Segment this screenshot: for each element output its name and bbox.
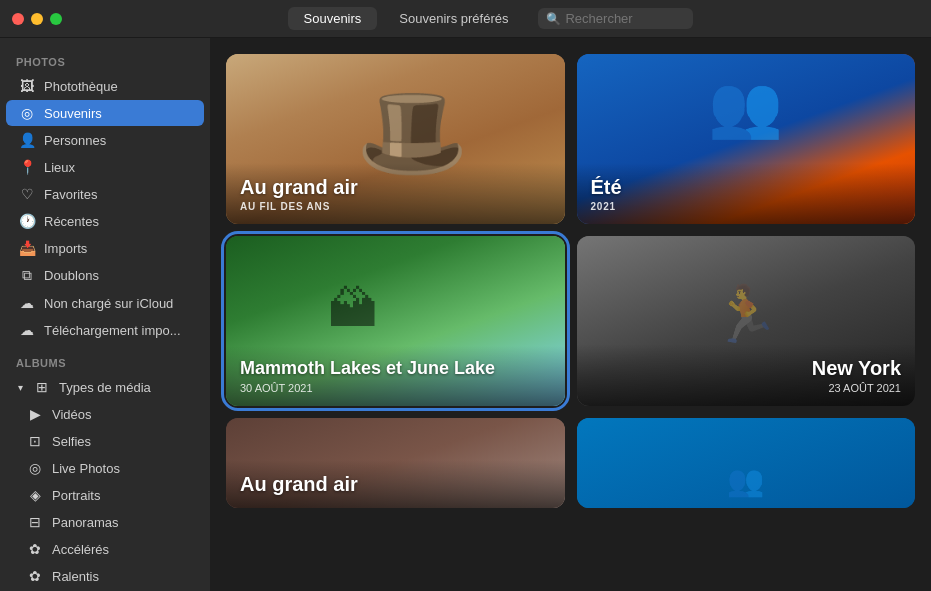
live-photo-icon: ◎ bbox=[26, 460, 44, 476]
timelapse-icon: ✿ bbox=[26, 541, 44, 557]
close-button[interactable] bbox=[12, 13, 24, 25]
heart-icon: ♡ bbox=[18, 186, 36, 202]
selfie-icon: ⊡ bbox=[26, 433, 44, 449]
card-title-1: Au grand air bbox=[240, 175, 551, 199]
sidebar-label-souvenirs: Souvenirs bbox=[44, 106, 102, 121]
memory-card-newyork[interactable]: 🏃 New York 23 AOÛT 2021 bbox=[577, 236, 916, 406]
sidebar-label-acceleres: Accélérés bbox=[52, 542, 109, 557]
card-date-4: 23 AOÛT 2021 bbox=[591, 382, 902, 394]
sidebar-item-phototheque[interactable]: 🖼 Photothèque bbox=[6, 73, 204, 99]
sidebar-item-non-charge[interactable]: ☁ Non chargé sur iCloud bbox=[6, 290, 204, 316]
memory-card-grand-air-2[interactable]: Au grand air bbox=[226, 418, 565, 508]
search-icon: 🔍 bbox=[546, 12, 561, 26]
clock-icon: 🕐 bbox=[18, 213, 36, 229]
sidebar-label-ralentis: Ralentis bbox=[52, 569, 99, 584]
photo-icon: 🖼 bbox=[18, 78, 36, 94]
maximize-button[interactable] bbox=[50, 13, 62, 25]
sidebar-label-lieux: Lieux bbox=[44, 160, 75, 175]
sidebar-item-videos[interactable]: ▶ Vidéos bbox=[6, 401, 204, 427]
sidebar-item-imports[interactable]: 📥 Imports bbox=[6, 235, 204, 261]
titlebar-center: Souvenirs Souvenirs préférés 🔍 bbox=[62, 7, 919, 30]
panorama-icon: ⊟ bbox=[26, 514, 44, 530]
card-title-3: Mammoth Lakes et June Lake bbox=[240, 358, 551, 380]
duplicate-icon: ⧉ bbox=[18, 267, 36, 284]
memory-card-ete[interactable]: 👥 Été 2021 bbox=[577, 54, 916, 224]
sidebar-label-types-media: Types de média bbox=[59, 380, 151, 395]
sidebar-item-favorites[interactable]: ♡ Favorites bbox=[6, 181, 204, 207]
card-date-3: 30 AOÛT 2021 bbox=[240, 382, 551, 394]
media-type-icon: ⊞ bbox=[33, 379, 51, 395]
card-title-5: Au grand air bbox=[240, 472, 551, 496]
cloud-down-icon: ☁ bbox=[18, 322, 36, 338]
app-body: Photos 🖼 Photothèque ◎ Souvenirs 👤 Perso… bbox=[0, 38, 931, 591]
location-icon: 📍 bbox=[18, 159, 36, 175]
sidebar-label-panoramas: Panoramas bbox=[52, 515, 118, 530]
sidebar-item-personnes[interactable]: 👤 Personnes bbox=[6, 127, 204, 153]
sidebar-label-phototheque: Photothèque bbox=[44, 79, 118, 94]
sidebar-section-albums: Albums bbox=[0, 351, 210, 373]
import-icon: 📥 bbox=[18, 240, 36, 256]
titlebar: Souvenirs Souvenirs préférés 🔍 bbox=[0, 0, 931, 38]
tab-souvenirs-preferes[interactable]: Souvenirs préférés bbox=[383, 7, 524, 30]
traffic-lights bbox=[12, 13, 62, 25]
memory-card-grand-air[interactable]: 🎩 Au grand air AU FIL DES ANS bbox=[226, 54, 565, 224]
card-overlay-1: Au grand air AU FIL DES ANS bbox=[226, 163, 565, 224]
card-overlay-2: Été 2021 bbox=[577, 163, 916, 224]
card-subtitle-2: 2021 bbox=[591, 201, 902, 212]
minimize-button[interactable] bbox=[31, 13, 43, 25]
cloud-up-icon: ☁ bbox=[18, 295, 36, 311]
sidebar-section-photos: Photos bbox=[0, 50, 210, 72]
main-content: 🎩 Au grand air AU FIL DES ANS 👥 Été 2021… bbox=[210, 38, 931, 591]
sidebar-label-videos: Vidéos bbox=[52, 407, 92, 422]
portrait-icon: ◈ bbox=[26, 487, 44, 503]
sidebar-item-live-photos[interactable]: ◎ Live Photos bbox=[6, 455, 204, 481]
sidebar-label-portraits: Portraits bbox=[52, 488, 100, 503]
sidebar-item-acceleres[interactable]: ✿ Accélérés bbox=[6, 536, 204, 562]
memory-grid: 🎩 Au grand air AU FIL DES ANS 👥 Été 2021… bbox=[226, 54, 915, 508]
card-subtitle-1: AU FIL DES ANS bbox=[240, 201, 551, 212]
card-title-4: New York bbox=[591, 356, 902, 380]
memory-card-blue[interactable]: 👥 bbox=[577, 418, 916, 508]
sidebar-label-favorites: Favorites bbox=[44, 187, 97, 202]
card-overlay-4: New York 23 AOÛT 2021 bbox=[577, 344, 916, 406]
card-overlay-5: Au grand air bbox=[226, 460, 565, 508]
sidebar-item-ralentis[interactable]: ✿ Ralentis bbox=[6, 563, 204, 589]
souvenirs-icon: ◎ bbox=[18, 105, 36, 121]
chevron-down-icon: ▾ bbox=[18, 382, 23, 393]
sidebar-label-personnes: Personnes bbox=[44, 133, 106, 148]
slowmo-icon: ✿ bbox=[26, 568, 44, 584]
sidebar: Photos 🖼 Photothèque ◎ Souvenirs 👤 Perso… bbox=[0, 38, 210, 591]
sidebar-item-selfies[interactable]: ⊡ Selfies bbox=[6, 428, 204, 454]
sidebar-item-types-media[interactable]: ▾ ⊞ Types de média bbox=[6, 374, 204, 400]
search-input[interactable] bbox=[565, 11, 685, 26]
video-icon: ▶ bbox=[26, 406, 44, 422]
sidebar-item-souvenirs[interactable]: ◎ Souvenirs bbox=[6, 100, 204, 126]
sidebar-item-portraits[interactable]: ◈ Portraits bbox=[6, 482, 204, 508]
sidebar-item-recentes[interactable]: 🕐 Récentes bbox=[6, 208, 204, 234]
sidebar-label-selfies: Selfies bbox=[52, 434, 91, 449]
sidebar-label-live-photos: Live Photos bbox=[52, 461, 120, 476]
search-box: 🔍 bbox=[538, 8, 693, 29]
tab-souvenirs[interactable]: Souvenirs bbox=[288, 7, 378, 30]
memory-card-mammoth[interactable]: 🏔 Mammoth Lakes et June Lake 30 AOÛT 202… bbox=[226, 236, 565, 406]
sidebar-item-panoramas[interactable]: ⊟ Panoramas bbox=[6, 509, 204, 535]
sidebar-item-lieux[interactable]: 📍 Lieux bbox=[6, 154, 204, 180]
sidebar-label-recentes: Récentes bbox=[44, 214, 99, 229]
person-icon: 👤 bbox=[18, 132, 36, 148]
sidebar-item-doublons[interactable]: ⧉ Doublons bbox=[6, 262, 204, 289]
sidebar-item-telechargement[interactable]: ☁ Téléchargement impo... bbox=[6, 317, 204, 343]
card-overlay-3: Mammoth Lakes et June Lake 30 AOÛT 2021 bbox=[226, 346, 565, 406]
sidebar-label-non-charge: Non chargé sur iCloud bbox=[44, 296, 173, 311]
sidebar-label-doublons: Doublons bbox=[44, 268, 99, 283]
sidebar-label-telechargement: Téléchargement impo... bbox=[44, 323, 181, 338]
sidebar-label-imports: Imports bbox=[44, 241, 87, 256]
card-title-2: Été bbox=[591, 175, 902, 199]
